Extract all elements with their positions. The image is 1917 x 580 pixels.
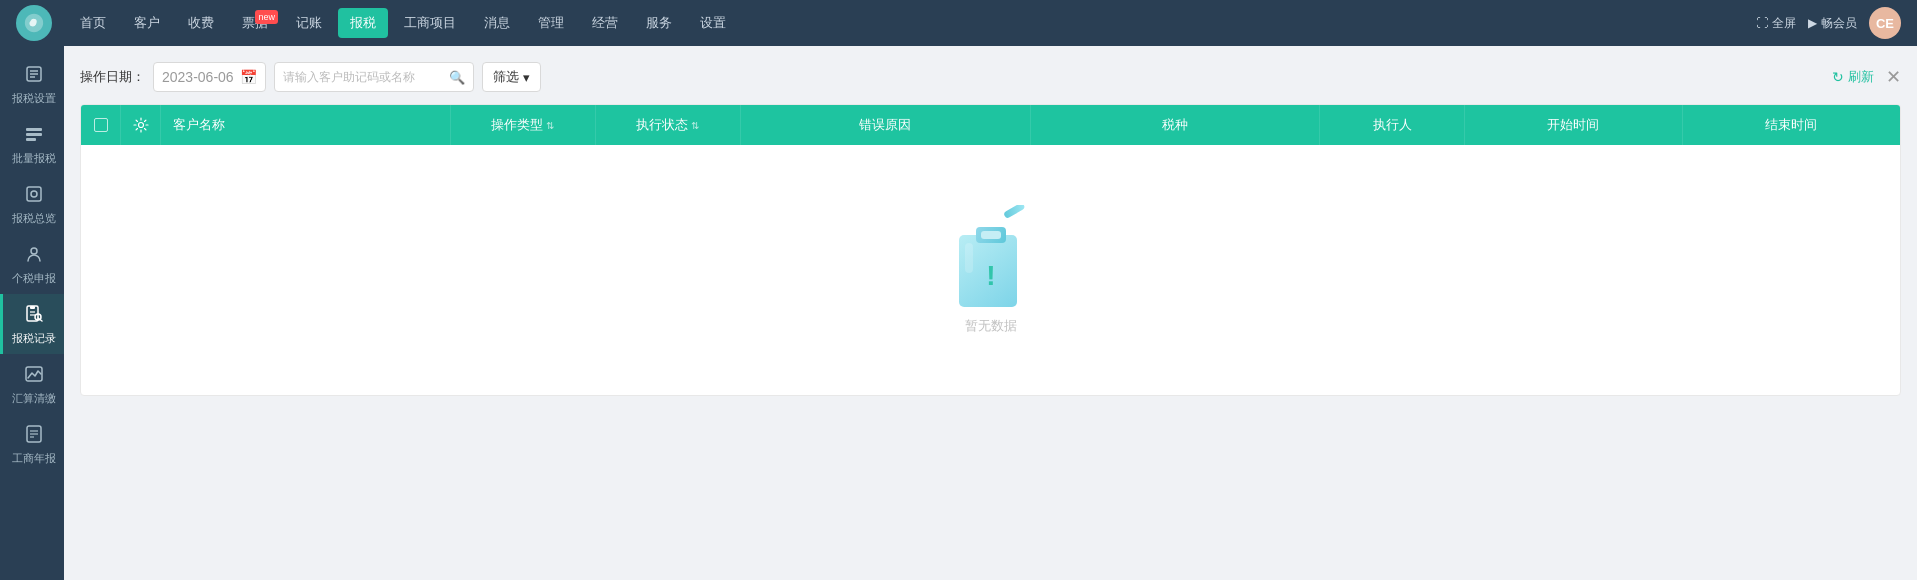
- select-all-checkbox[interactable]: [94, 118, 108, 132]
- svg-rect-27: [965, 243, 973, 273]
- close-button[interactable]: ✕: [1886, 68, 1901, 86]
- svg-rect-6: [26, 138, 36, 141]
- sidebar-item-label: 报税记录: [12, 331, 56, 346]
- sidebar-item-label: 工商年报: [12, 451, 56, 466]
- calendar-icon: 📅: [240, 69, 257, 85]
- th-error-reason: 错误原因: [741, 105, 1031, 145]
- nav-item-tax[interactable]: 报税: [338, 8, 388, 38]
- batch-tax-icon: [24, 124, 44, 147]
- th-customer-name: 客户名称: [161, 105, 451, 145]
- date-value: 2023-06-06: [162, 69, 234, 85]
- th-tax-type: 税种: [1031, 105, 1321, 145]
- filter-label: 筛选: [493, 68, 519, 86]
- filter-button[interactable]: 筛选 ▾: [482, 62, 541, 92]
- th-operation-type[interactable]: 操作类型 ⇅: [451, 105, 596, 145]
- svg-rect-5: [26, 133, 42, 136]
- svg-point-9: [31, 248, 37, 254]
- refresh-button[interactable]: ↻ 刷新: [1832, 68, 1874, 86]
- sidebar-item-batch-tax[interactable]: 批量报税: [0, 114, 64, 174]
- table-header: 客户名称 操作类型 ⇅ 执行状态 ⇅ 错误原因 税种 执行人: [81, 105, 1900, 145]
- th-end-time: 结束时间: [1683, 105, 1900, 145]
- tax-settings-icon: [24, 64, 44, 87]
- empty-state: !: [81, 145, 1900, 395]
- sidebar-item-tax-overview[interactable]: 报税总览: [0, 174, 64, 234]
- sort-icon: ⇅: [691, 120, 699, 131]
- nav-item-customer[interactable]: 客户: [122, 8, 172, 38]
- nav-item-ticket[interactable]: 票据 new: [230, 8, 280, 38]
- nav-item-commerce[interactable]: 工商项目: [392, 8, 468, 38]
- nav-item-fee[interactable]: 收费: [176, 8, 226, 38]
- sidebar-item-tax-record[interactable]: 报税记录: [0, 294, 64, 354]
- toolbar: 操作日期： 2023-06-06 📅 请输入客户助记码或名称 🔍 筛选 ▾ ↻ …: [80, 62, 1901, 92]
- annual-settlement-icon: [24, 364, 44, 387]
- sidebar-item-label: 个税申报: [12, 271, 56, 286]
- svg-rect-22: [1003, 205, 1026, 219]
- svg-text:!: !: [986, 260, 995, 291]
- date-label: 操作日期：: [80, 68, 145, 86]
- svg-rect-11: [30, 306, 35, 309]
- th-exec-status[interactable]: 执行状态 ⇅: [596, 105, 741, 145]
- svg-point-8: [31, 191, 37, 197]
- th-checkbox[interactable]: [81, 105, 121, 145]
- sidebar-item-tax-settings[interactable]: 报税设置: [0, 54, 64, 114]
- member-button[interactable]: ▶ 畅会员: [1808, 15, 1857, 32]
- th-executor: 执行人: [1320, 105, 1465, 145]
- table-container: 客户名称 操作类型 ⇅ 执行状态 ⇅ 错误原因 税种 执行人: [80, 104, 1901, 396]
- nav-item-service[interactable]: 服务: [634, 8, 684, 38]
- new-badge: new: [255, 10, 278, 24]
- nav-item-settings[interactable]: 设置: [688, 8, 738, 38]
- nav-item-bookkeeping[interactable]: 记账: [284, 8, 334, 38]
- nav-items: 首页 客户 收费 票据 new 记账 报税 工商项目 消息 管理 经营 服务 设…: [68, 8, 1756, 38]
- svg-rect-4: [26, 128, 42, 131]
- chevron-down-icon: ▾: [523, 70, 530, 85]
- nav-item-operation[interactable]: 经营: [580, 8, 630, 38]
- empty-icon: !: [941, 205, 1041, 305]
- search-placeholder: 请输入客户助记码或名称: [283, 69, 415, 86]
- search-icon: 🔍: [449, 70, 465, 85]
- nav-item-message[interactable]: 消息: [472, 8, 522, 38]
- empty-text: 暂无数据: [965, 317, 1017, 335]
- sidebar-item-label: 报税总览: [12, 211, 56, 226]
- tax-overview-icon: [24, 184, 44, 207]
- personal-tax-icon: [24, 244, 44, 267]
- sidebar-item-personal-tax[interactable]: 个税申报: [0, 234, 64, 294]
- svg-point-21: [138, 123, 143, 128]
- layout: 报税设置 批量报税 报税总览: [0, 46, 1917, 580]
- svg-rect-7: [27, 187, 41, 201]
- fullscreen-icon: ⛶: [1756, 16, 1768, 30]
- sidebar-item-label: 批量报税: [12, 151, 56, 166]
- member-icon: ▶: [1808, 16, 1817, 30]
- app-logo[interactable]: [16, 5, 52, 41]
- search-box[interactable]: 请输入客户助记码或名称 🔍: [274, 62, 474, 92]
- annual-report-icon: [24, 424, 44, 447]
- refresh-icon: ↻: [1832, 69, 1844, 85]
- sidebar-item-annual-settlement[interactable]: 汇算清缴: [0, 354, 64, 414]
- th-start-time: 开始时间: [1465, 105, 1682, 145]
- svg-rect-25: [981, 231, 1001, 239]
- tax-record-icon: [24, 304, 44, 327]
- sidebar-item-annual-report[interactable]: 工商年报: [0, 414, 64, 474]
- th-gear[interactable]: [121, 105, 161, 145]
- sidebar-item-label: 汇算清缴: [12, 391, 56, 406]
- nav-right: ⛶ 全屏 ▶ 畅会员 CE: [1756, 7, 1901, 39]
- fullscreen-button[interactable]: ⛶ 全屏: [1756, 15, 1796, 32]
- sidebar-item-label: 报税设置: [12, 91, 56, 106]
- date-picker[interactable]: 2023-06-06 📅: [153, 62, 266, 92]
- nav-item-home[interactable]: 首页: [68, 8, 118, 38]
- sort-icon: ⇅: [546, 120, 554, 131]
- nav-item-manage[interactable]: 管理: [526, 8, 576, 38]
- top-nav: 首页 客户 收费 票据 new 记账 报税 工商项目 消息 管理 经营 服务 设…: [0, 0, 1917, 46]
- toolbar-right: ↻ 刷新 ✕: [1832, 68, 1901, 86]
- main-content: 操作日期： 2023-06-06 📅 请输入客户助记码或名称 🔍 筛选 ▾ ↻ …: [64, 46, 1917, 580]
- avatar[interactable]: CE: [1869, 7, 1901, 39]
- sidebar: 报税设置 批量报税 报税总览: [0, 46, 64, 580]
